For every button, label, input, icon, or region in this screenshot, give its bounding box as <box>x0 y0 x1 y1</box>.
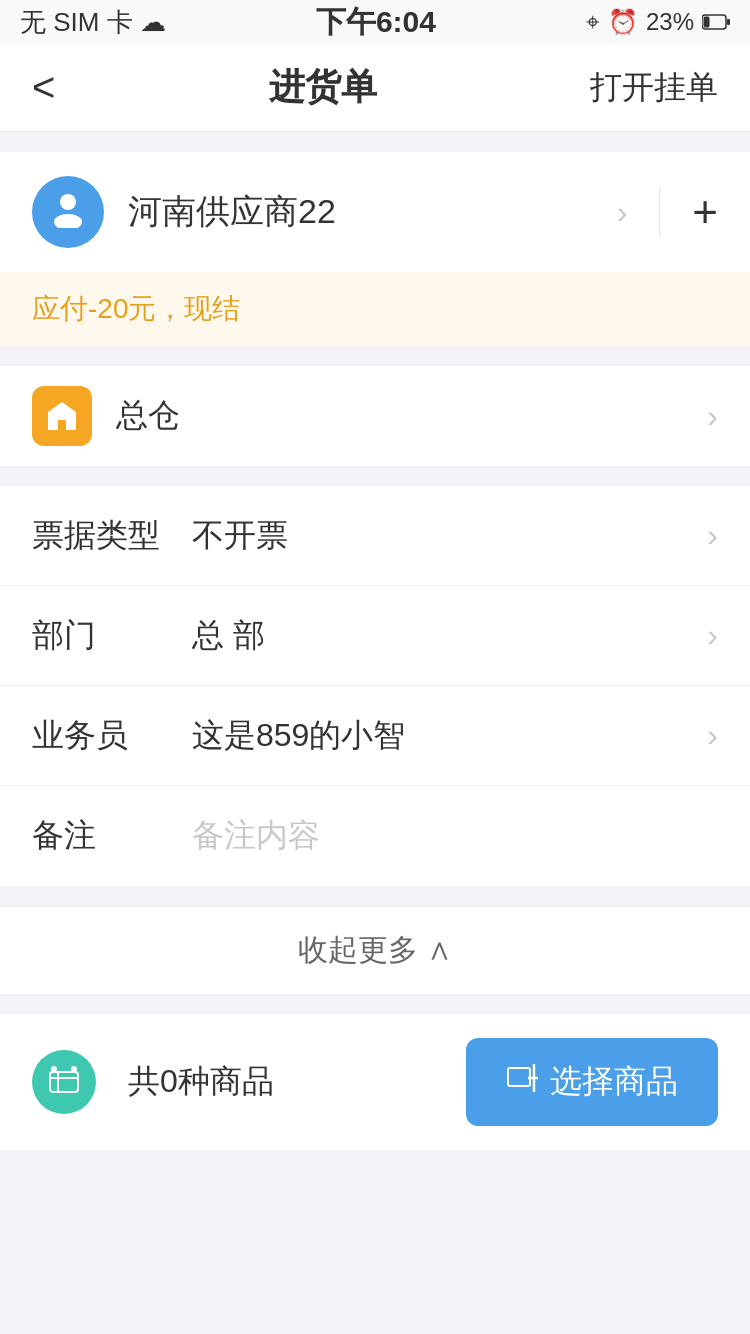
supplier-name: 河南供应商22 <box>128 189 617 235</box>
remark-input[interactable]: 备注内容 <box>172 814 718 858</box>
bottom-bar: 共0种商品 选择商品 <box>0 1014 750 1150</box>
notice-text: 应付-20元，现结 <box>32 293 240 324</box>
supplier-actions: › + <box>617 187 718 237</box>
supplier-row[interactable]: 河南供应商22 › + <box>0 152 750 272</box>
sales-label: 业务员 <box>32 714 172 758</box>
dept-value: 总 部 <box>172 614 707 658</box>
location-icon: ⌖ <box>586 8 600 36</box>
collapse-label: 收起更多 ∧ <box>298 930 451 971</box>
battery-percent: 23% <box>646 8 694 36</box>
svg-rect-2 <box>704 17 710 28</box>
select-product-button[interactable]: 选择商品 <box>466 1038 718 1126</box>
back-button[interactable]: < <box>32 65 55 110</box>
svg-rect-1 <box>727 19 730 25</box>
invoice-value: 不开票 <box>172 514 707 558</box>
product-count-text: 共0种商品 <box>128 1060 434 1104</box>
select-product-label: 选择商品 <box>550 1060 678 1104</box>
form-section: 票据类型 不开票 › 部门 总 部 › 业务员 这是859的小智 › 备注 备注… <box>0 486 750 886</box>
status-time: 下午6:04 <box>316 2 436 43</box>
avatar-icon <box>48 188 88 237</box>
collapse-row[interactable]: 收起更多 ∧ <box>0 906 750 994</box>
dept-row[interactable]: 部门 总 部 › <box>0 586 750 686</box>
status-bar: 无 SIM 卡 ☁ 下午6:04 ⌖ ⏰ 23% <box>0 0 750 44</box>
chevron-right-icon: › <box>617 194 628 231</box>
warehouse-section[interactable]: 总仓 › <box>0 366 750 466</box>
warehouse-icon-container <box>32 386 92 446</box>
divider <box>659 188 660 236</box>
svg-point-9 <box>71 1066 77 1072</box>
product-count-icon <box>32 1050 96 1114</box>
avatar <box>32 176 104 248</box>
content: 河南供应商22 › + 应付-20元，现结 总仓 › 票据类型 不开票 <box>0 152 750 1150</box>
warehouse-row[interactable]: 总仓 › <box>0 366 750 466</box>
sales-value: 这是859的小智 <box>172 714 707 758</box>
select-product-icon <box>506 1062 538 1102</box>
alarm-icon: ⏰ <box>608 8 638 36</box>
supplier-section: 河南供应商22 › + 应付-20元，现结 <box>0 152 750 346</box>
sales-chevron-icon: › <box>707 717 718 754</box>
open-pending-button[interactable]: 打开挂单 <box>590 66 718 110</box>
notice-banner: 应付-20元，现结 <box>0 272 750 346</box>
svg-point-4 <box>54 214 82 228</box>
dept-chevron-icon: › <box>707 617 718 654</box>
svg-point-8 <box>51 1066 57 1072</box>
invoice-label: 票据类型 <box>32 514 172 558</box>
svg-rect-10 <box>508 1068 530 1086</box>
remark-row[interactable]: 备注 备注内容 <box>0 786 750 886</box>
status-right: ⌖ ⏰ 23% <box>586 8 730 36</box>
invoice-row[interactable]: 票据类型 不开票 › <box>0 486 750 586</box>
dept-label: 部门 <box>32 614 172 658</box>
svg-rect-5 <box>50 1072 78 1092</box>
nav-bar: < 进货单 打开挂单 <box>0 44 750 132</box>
svg-point-3 <box>60 194 76 210</box>
battery-icon <box>702 8 730 36</box>
page-title: 进货单 <box>269 63 377 112</box>
remark-label: 备注 <box>32 814 172 858</box>
sales-row[interactable]: 业务员 这是859的小智 › <box>0 686 750 786</box>
status-carrier: 无 SIM 卡 ☁ <box>20 5 166 40</box>
add-button[interactable]: + <box>692 187 718 237</box>
warehouse-chevron-icon: › <box>707 398 718 435</box>
warehouse-name: 总仓 <box>116 394 707 438</box>
invoice-chevron-icon: › <box>707 517 718 554</box>
